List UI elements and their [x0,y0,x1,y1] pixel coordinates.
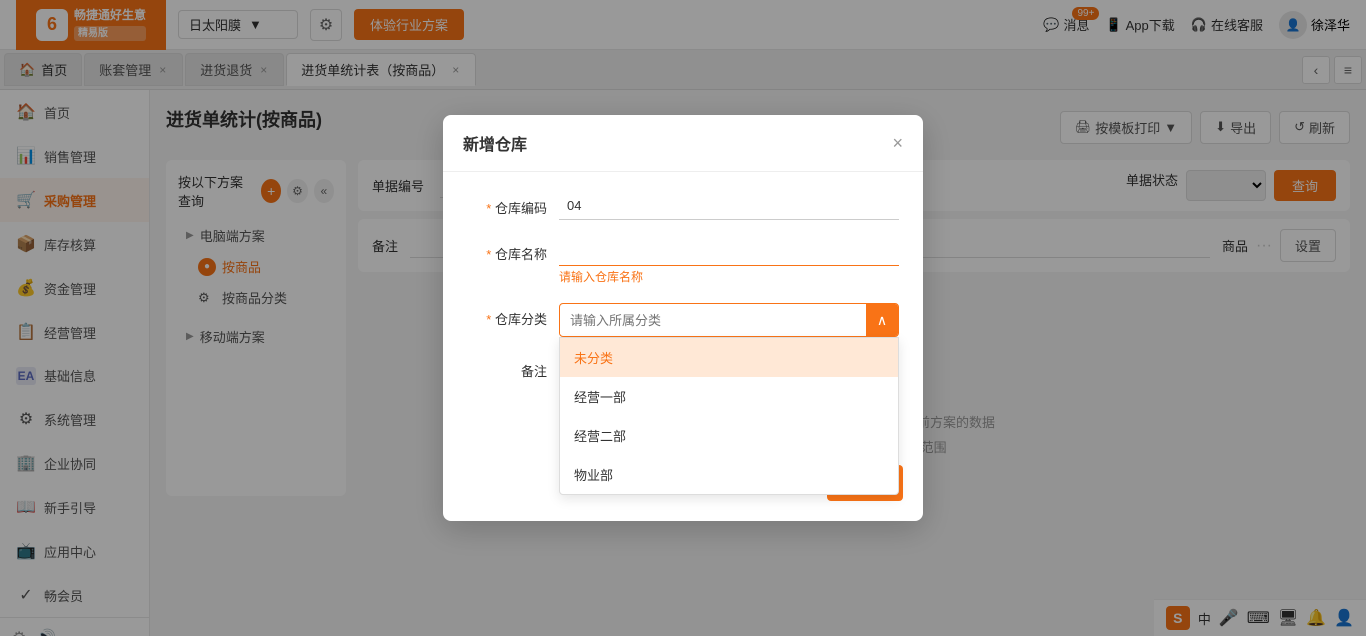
category-input-wrap: ∧ [559,303,899,337]
category-row: * 仓库分类 ∧ 未分类 经营一部 经营二部 物业部 [467,303,899,337]
modal-body: * 仓库编码 * 仓库名称 请输入仓库名称 [443,172,923,453]
dropdown-item-3[interactable]: 物业部 [560,455,898,494]
name-required: * [486,247,491,262]
dropdown-item-2[interactable]: 经营二部 [560,416,898,455]
code-required: * [486,201,491,216]
add-warehouse-modal: 新增仓库 × * 仓库编码 * 仓库名称 [443,115,923,521]
code-label: * 仓库编码 [467,192,547,217]
category-toggle-icon[interactable]: ∧ [866,304,898,336]
modal-overlay: 新增仓库 × * 仓库编码 * 仓库名称 [0,0,1366,636]
warehouse-name-input[interactable] [559,238,899,266]
modal-header: 新增仓库 × [443,115,923,172]
cat-required: * [486,312,491,327]
modal-close-button[interactable]: × [892,133,903,154]
name-field-wrap: 请输入仓库名称 [559,238,899,285]
category-dropdown: 未分类 经营一部 经营二部 物业部 [559,337,899,495]
category-label: * 仓库分类 [467,303,547,328]
warehouse-code-input[interactable] [559,192,899,220]
note-form-label: 备注 [467,355,547,380]
code-field-wrap [559,192,899,220]
category-input[interactable] [560,307,866,334]
category-field-wrap: ∧ 未分类 经营一部 经营二部 物业部 [559,303,899,337]
name-error-msg: 请输入仓库名称 [559,268,899,285]
name-row: * 仓库名称 请输入仓库名称 [467,238,899,285]
dropdown-item-0[interactable]: 未分类 [560,338,898,377]
code-row: * 仓库编码 [467,192,899,220]
dropdown-item-1[interactable]: 经营一部 [560,377,898,416]
name-label: * 仓库名称 [467,238,547,263]
modal-title: 新增仓库 [463,131,527,155]
